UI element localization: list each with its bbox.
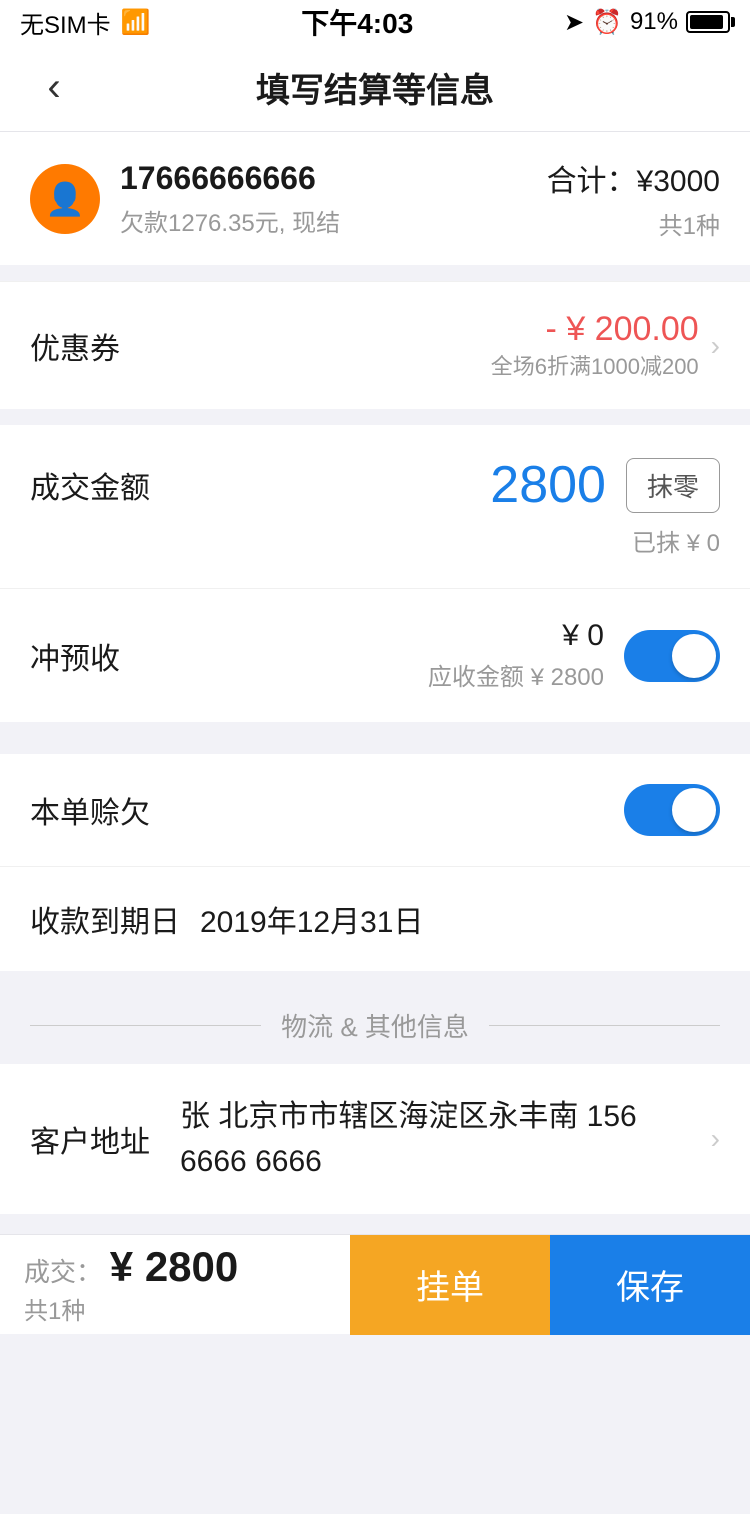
customer-left: 👤 17666666666 欠款1276.35元, 现结	[30, 160, 340, 238]
deal-sub-text: 已抹 ¥ 0	[30, 523, 720, 558]
total-count: 共1种	[547, 206, 720, 241]
address-label: 客户地址	[30, 1117, 150, 1161]
bottom-count: 共1种	[24, 1291, 326, 1326]
alarm-icon: ⏰	[592, 8, 622, 37]
toggle-knob-debt	[672, 788, 716, 832]
address-value: 张 北京市市辖区海淀区永丰南 156 6666 6666	[180, 1094, 711, 1184]
coupon-right: - ¥ 200.00 全场6折满1000减200 ›	[491, 310, 720, 381]
status-left: 无SIM卡 📶	[20, 5, 151, 40]
customer-info: 17666666666 欠款1276.35元, 现结	[120, 160, 340, 238]
deal-section: 成交金额 2800 抹零 已抹 ¥ 0	[0, 425, 750, 588]
deposit-row: 冲预收 ¥ 0 应收金额 ¥ 2800	[0, 588, 750, 722]
hold-button[interactable]: 挂单	[350, 1235, 550, 1335]
status-bar: 无SIM卡 📶 下午4:03 ➤ ⏰ 91%	[0, 0, 750, 44]
coupon-row[interactable]: 优惠券 - ¥ 200.00 全场6折满1000减200 ›	[0, 281, 750, 409]
deal-amount-row: 成交金额 2800 抹零	[30, 455, 720, 515]
back-button[interactable]: ‹	[24, 58, 84, 118]
customer-card: 👤 17666666666 欠款1276.35元, 现结 合计：¥3000 共1…	[0, 132, 750, 265]
address-right: ›	[711, 1123, 720, 1155]
separator-2	[0, 722, 750, 738]
logistics-line-right	[489, 1025, 720, 1026]
toggle-knob-deposit	[672, 634, 716, 678]
bottom-deal-row: 成交： ¥ 2800	[24, 1243, 326, 1291]
bottom-deal-label: 成交：	[24, 1257, 102, 1287]
deal-amount-value: 2800	[490, 455, 606, 515]
nav-bar: ‹ 填写结算等信息	[0, 44, 750, 132]
page-title: 填写结算等信息	[256, 63, 494, 112]
save-button[interactable]: 保存	[550, 1235, 750, 1335]
deposit-sub: 应收金额 ¥ 2800	[428, 657, 604, 692]
logistics-header: 物流 & 其他信息	[0, 987, 750, 1064]
bottom-amount: ¥ 2800	[110, 1243, 238, 1290]
duedate-section: 收款到期日 2019年12月31日	[0, 866, 750, 971]
customer-phone: 17666666666	[120, 160, 340, 197]
bottom-info: 成交： ¥ 2800 共1种	[0, 1243, 350, 1326]
status-time: 下午4:03	[301, 2, 413, 42]
coupon-discount: - ¥ 200.00	[491, 310, 699, 349]
deposit-toggle[interactable]	[624, 630, 720, 682]
coupon-chevron: ›	[711, 330, 720, 362]
carrier-label: 无SIM卡	[20, 5, 111, 40]
battery-icon	[686, 11, 730, 33]
separator-1	[0, 409, 750, 425]
deal-right: 2800 抹零	[490, 455, 720, 515]
bottom-bar: 成交： ¥ 2800 共1种 挂单 保存	[0, 1234, 750, 1334]
customer-row: 👤 17666666666 欠款1276.35元, 现结 合计：¥3000 共1…	[30, 156, 720, 241]
location-icon: ➤	[564, 8, 584, 37]
deposit-amount-col: ¥ 0 应收金额 ¥ 2800	[428, 619, 604, 692]
status-right: ➤ ⏰ 91%	[564, 8, 730, 37]
wifi-icon: 📶	[121, 8, 151, 37]
address-section[interactable]: 客户地址 张 北京市市辖区海淀区永丰南 156 6666 6666 ›	[0, 1064, 750, 1214]
deposit-label: 冲预收	[30, 634, 120, 678]
logistics-line-left	[30, 1025, 261, 1026]
customer-right: 合计：¥3000 共1种	[547, 156, 720, 241]
deposit-right: ¥ 0 应收金额 ¥ 2800	[428, 619, 720, 692]
battery-percent: 91%	[630, 8, 678, 36]
deposit-amount: ¥ 0	[428, 619, 604, 653]
duedate-value: 2019年12月31日	[200, 897, 423, 941]
total-amount: 合计：¥3000	[547, 156, 720, 200]
address-chevron: ›	[711, 1123, 720, 1155]
avatar-icon: 👤	[45, 180, 85, 218]
logistics-title: 物流 & 其他信息	[281, 1007, 469, 1044]
coupon-description: 全场6折满1000减200	[491, 349, 699, 381]
deal-label: 成交金额	[30, 463, 150, 507]
battery-fill	[690, 15, 723, 29]
avatar: 👤	[30, 164, 100, 234]
debt-toggle[interactable]	[624, 784, 720, 836]
round-button[interactable]: 抹零	[626, 458, 720, 513]
debt-section: 本单赊欠	[0, 754, 750, 866]
coupon-label: 优惠券	[30, 324, 120, 368]
duedate-label: 收款到期日	[30, 897, 180, 941]
customer-subtitle: 欠款1276.35元, 现结	[120, 203, 340, 238]
debt-label: 本单赊欠	[30, 788, 150, 832]
